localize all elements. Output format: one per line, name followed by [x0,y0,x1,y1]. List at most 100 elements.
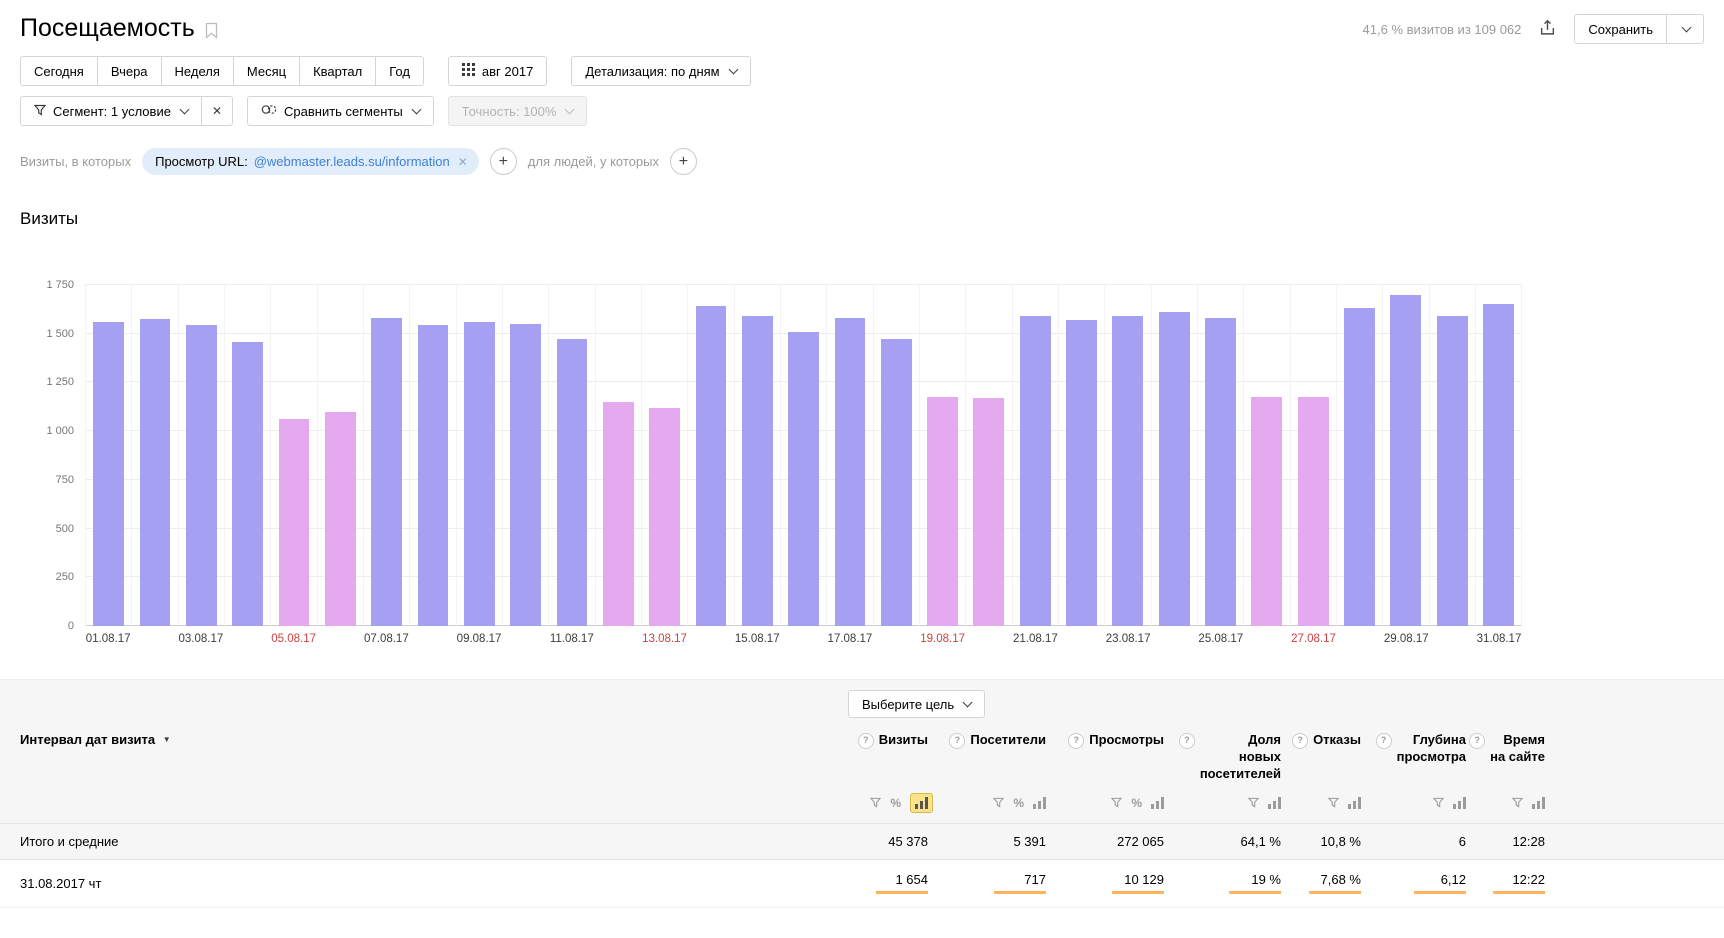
visits-bar[interactable] [741,316,773,626]
column-header-bounce-rate[interactable]: ? Отказы [1281,732,1361,749]
visits-bar[interactable] [463,322,495,626]
chevron-down-icon [728,64,739,74]
visits-bar[interactable] [788,331,819,626]
visits-bar[interactable] [1251,397,1283,626]
column-header-time-on-site[interactable]: ? Время на сайте [1466,732,1545,766]
visits-bar[interactable] [185,324,217,626]
metric-value: 717 [928,872,1046,895]
visits-bar[interactable] [880,338,912,626]
x-axis-label: 01.08.17 [85,633,131,645]
chip-remove-button[interactable]: ✕ [458,155,468,169]
chip-value[interactable]: @webmaster.leads.su/information [254,154,450,169]
column-header-new-visitors-share[interactable]: ? Доля новых посетителей [1164,732,1281,783]
visits-bar[interactable] [1112,316,1144,626]
compare-segments-button[interactable]: Сравнить сегменты [247,96,434,126]
bar-slot [85,285,131,626]
visits-bar[interactable] [602,401,634,626]
visits-bar[interactable] [556,338,588,626]
visits-bar[interactable] [417,324,449,626]
x-axis-label [688,633,734,645]
chart-mode-icon[interactable] [1033,796,1046,809]
help-icon[interactable]: ? [949,733,966,749]
period-year-button[interactable]: Год [375,56,424,86]
visits-bar[interactable] [510,323,542,626]
help-icon[interactable]: ? [1292,733,1309,749]
help-icon[interactable]: ? [1375,733,1392,749]
chart-mode-icon[interactable] [1532,796,1545,809]
visits-bar[interactable] [834,318,866,626]
metrics-table: Выберите цель Интервал дат визита ▼ ? Виз… [0,679,1724,908]
date-interval-header[interactable]: Интервал дат визита ▼ [20,732,838,747]
visits-bar[interactable] [1483,303,1514,626]
visits-bar[interactable] [1066,320,1097,626]
help-icon[interactable]: ? [1469,733,1486,749]
bar-slot [826,285,872,626]
period-yesterday-button[interactable]: Вчера [96,56,162,86]
column-header-pageviews[interactable]: ? Просмотры [1046,732,1164,749]
help-icon[interactable]: ? [1068,733,1085,749]
visits-bar[interactable] [1390,294,1422,626]
bar-slot [1011,285,1058,626]
visits-bar[interactable] [1205,318,1236,626]
help-icon[interactable]: ? [857,733,874,749]
calendar-button[interactable]: авг 2017 [447,56,548,86]
chart-mode-icon[interactable] [1151,796,1164,809]
chart-mode-icon[interactable] [1453,796,1466,809]
column-header-visitors[interactable]: ? Посетители [928,732,1046,749]
segment-clear-button[interactable]: ✕ [200,96,234,126]
filter-icon[interactable] [1328,797,1339,808]
filter-icon[interactable] [1512,797,1523,808]
goal-select-button[interactable]: Выберите цель [848,690,986,718]
bar-slot [1474,285,1523,626]
filter-icon[interactable] [1433,797,1444,808]
visits-bar[interactable] [1344,308,1375,626]
column-header-page-depth[interactable]: ? Глубина просмотра [1361,732,1466,766]
visits-bar[interactable] [371,318,403,626]
visits-bar[interactable] [324,411,356,626]
visits-bar[interactable] [139,319,171,626]
x-axis-label [317,633,363,645]
visits-bar[interactable] [649,407,680,626]
chart-mode-icon[interactable] [1268,796,1281,809]
visits-bar[interactable] [927,397,958,626]
filter-icon[interactable] [1248,797,1259,808]
period-row: Сегодня Вчера Неделя Месяц Квартал Год авг 20… [20,56,1704,86]
save-dropdown-button[interactable] [1666,14,1704,44]
visits-bar[interactable] [695,306,727,626]
column-header-visits[interactable]: ? Визиты [838,732,928,749]
period-week-button[interactable]: Неделя [160,56,234,86]
precision-dropdown[interactable]: Точность: 100% [447,96,588,126]
period-quarter-button[interactable]: Квартал [299,56,377,86]
visits-bar[interactable] [1158,312,1190,626]
segment-dropdown[interactable]: Сегмент: 1 условие [20,96,202,126]
bar-slot [1057,285,1104,626]
row-label: 31.08.2017 чт [20,875,102,891]
filter-icon[interactable] [1111,797,1123,808]
x-axis-label [1151,633,1197,645]
percent-icon[interactable]: % [890,796,901,810]
save-button[interactable]: Сохранить [1574,14,1667,44]
help-icon[interactable]: ? [1178,733,1195,749]
bar-slot [640,285,687,626]
table-row[interactable]: 31.08.2017 чт 1 654 717 10 129 19 % 7,68 % 6,1… [0,858,1724,908]
visits-bar[interactable] [232,342,264,626]
add-people-condition-button[interactable]: + [669,148,697,175]
add-visit-condition-button[interactable]: + [489,148,517,175]
visits-bar[interactable] [1019,316,1051,626]
visits-bar[interactable] [278,419,310,626]
visits-bar[interactable] [1297,397,1329,626]
bookmark-icon[interactable] [205,22,218,39]
url-filter-chip[interactable]: Просмотр URL: @webmaster.leads.su/inform… [142,148,479,175]
filter-icon[interactable] [993,797,1005,808]
period-today-button[interactable]: Сегодня [20,56,98,86]
chart-mode-icon[interactable] [1348,796,1361,809]
detail-dropdown[interactable]: Детализация: по дням [571,56,751,86]
period-month-button[interactable]: Месяц [232,56,301,86]
percent-icon[interactable]: % [1131,796,1142,810]
export-button[interactable] [1535,17,1560,41]
filter-icon[interactable] [870,797,882,808]
percent-icon[interactable]: % [1013,796,1024,810]
visits-bar[interactable] [93,322,125,626]
visits-bar[interactable] [1436,316,1468,626]
visits-bar[interactable] [973,398,1005,626]
